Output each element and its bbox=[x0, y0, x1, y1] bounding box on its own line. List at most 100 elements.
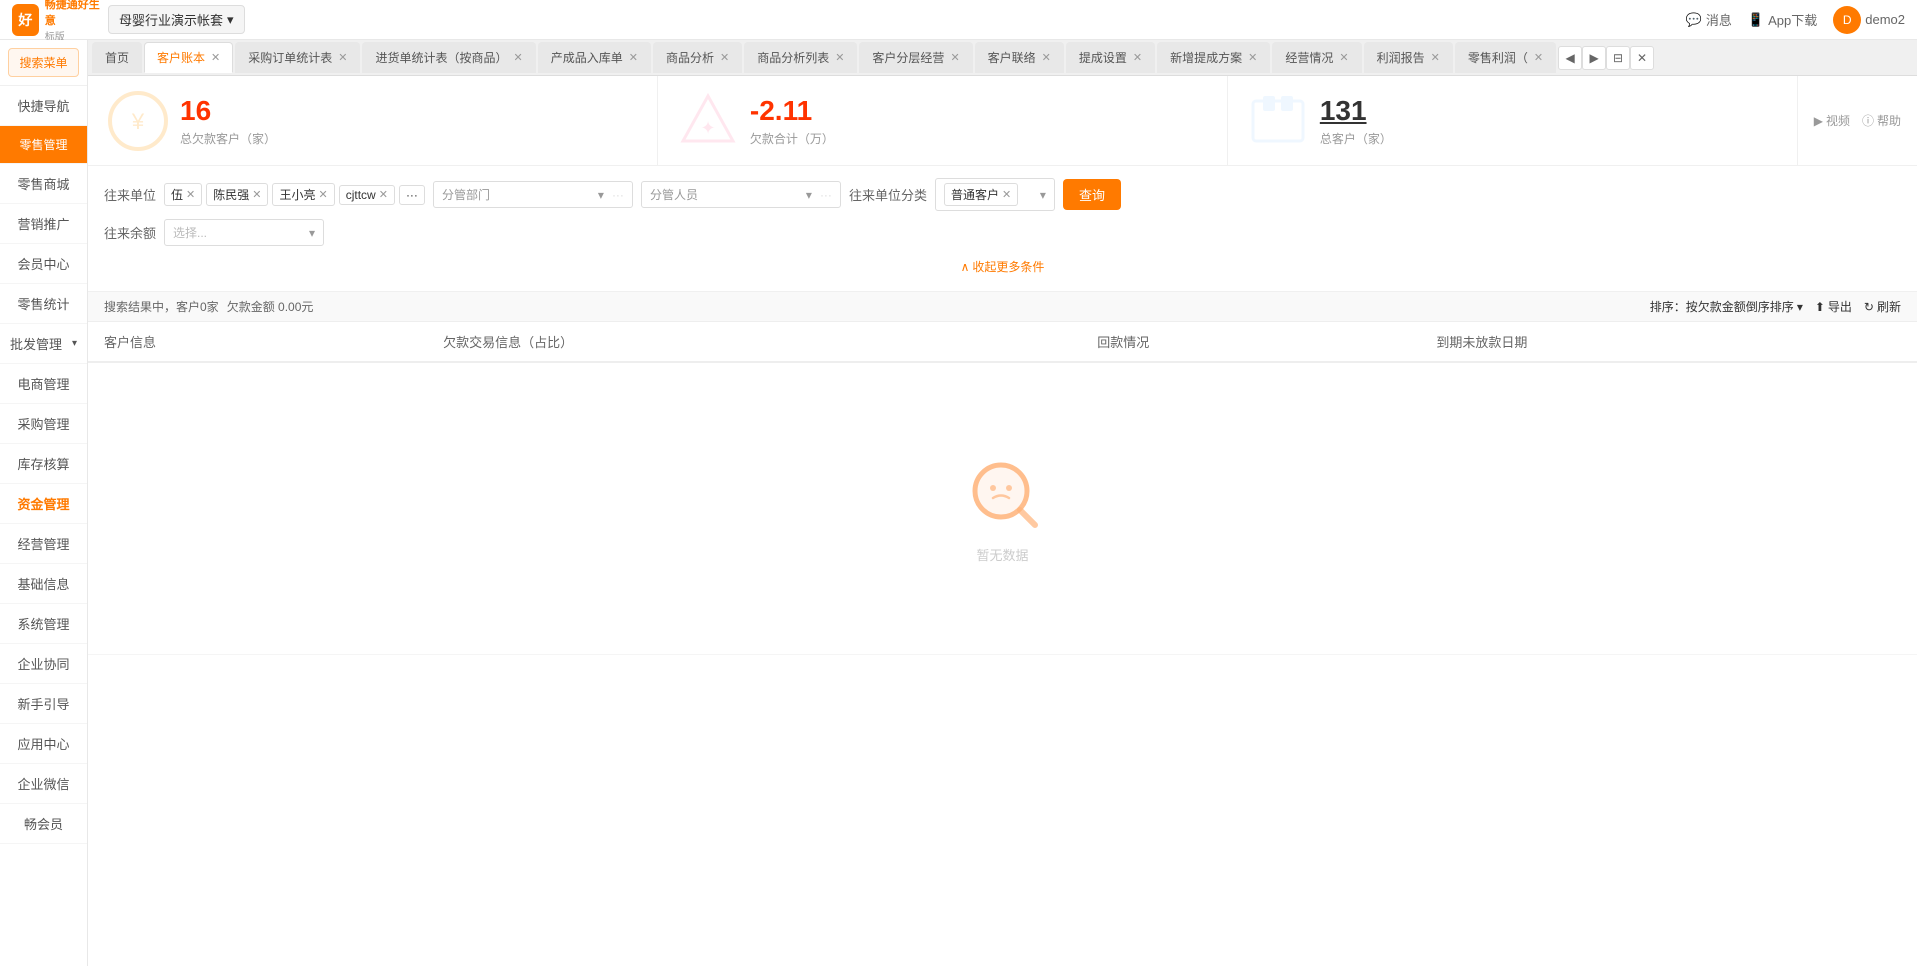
export-icon: ⬆ bbox=[1815, 300, 1825, 314]
tab-customer-seg[interactable]: 客户分层经营 ✕ bbox=[859, 42, 972, 73]
data-table: 客户信息 欠款交易信息（占比） 回款情况 到期未放款日期 bbox=[88, 322, 1917, 655]
table-header-row: 客户信息 欠款交易信息（占比） 回款情况 到期未放款日期 bbox=[88, 322, 1917, 362]
sidebar-item-system[interactable]: 系统管理 bbox=[0, 604, 87, 644]
sidebar-item-retail[interactable]: 零售管理 bbox=[0, 126, 87, 164]
sidebar-item-marketing[interactable]: 营销推广 bbox=[0, 204, 87, 244]
sidebar-item-retail-mall[interactable]: 零售商城 bbox=[0, 164, 87, 204]
col-overdue-date: 到期未放款日期 bbox=[1420, 322, 1917, 362]
stat-icon-debt: ✦ bbox=[678, 91, 738, 151]
sidebar-item-app-center[interactable]: 应用中心 bbox=[0, 724, 87, 764]
tab-customer[interactable]: 客户账本 ✕ bbox=[144, 42, 233, 73]
balance-selector[interactable]: 选择... ▾ bbox=[164, 219, 324, 246]
unit-tag-chen: 陈民强 ✕ bbox=[206, 183, 268, 206]
stat-label-total: 总客户（家） bbox=[1320, 130, 1392, 147]
svg-text:¥: ¥ bbox=[131, 109, 145, 134]
tab-close-new-raise[interactable]: ✕ bbox=[1248, 51, 1257, 64]
sidebar-item-wholesale[interactable]: 批发管理 ▾ bbox=[0, 324, 87, 364]
dept-selector[interactable]: 分管部门 ▾ ··· bbox=[433, 181, 633, 208]
tag-close-wang[interactable]: ✕ bbox=[319, 188, 328, 201]
sidebar-item-inventory[interactable]: 库存核算 bbox=[0, 444, 87, 484]
tab-new-raise[interactable]: 新增提成方案 ✕ bbox=[1157, 42, 1270, 73]
tab-prev-btn[interactable]: ◀ bbox=[1558, 46, 1582, 70]
tab-close-purchase-order[interactable]: ✕ bbox=[338, 51, 347, 64]
category-label: 往来单位分类 bbox=[849, 185, 927, 204]
sidebar-item-enterprise-wx[interactable]: 企业微信 bbox=[0, 764, 87, 804]
help-icon: ⓘ bbox=[1862, 112, 1874, 129]
refresh-button[interactable]: ↻ 刷新 bbox=[1864, 298, 1901, 315]
app-download-btn[interactable]: 📱 App下载 bbox=[1748, 10, 1817, 29]
tab-goods-analysis-list[interactable]: 商品分析列表 ✕ bbox=[744, 42, 857, 73]
top-bar: 好 畅捷通好生意 标版 母婴行业演示帐套 ▾ 💬 消息 📱 App下载 D de… bbox=[0, 0, 1917, 40]
stats-row: ¥ 16 总欠款客户（家） ✦ bbox=[88, 76, 1917, 166]
sidebar-item-quick-nav[interactable]: 快捷导航 bbox=[0, 86, 87, 126]
tag-close-chen[interactable]: ✕ bbox=[252, 188, 261, 201]
tab-close-raise[interactable]: ✕ bbox=[1133, 51, 1142, 64]
category-tag: 普通客户 ✕ bbox=[944, 183, 1018, 206]
tab-purchase-order[interactable]: 采购订单统计表 ✕ bbox=[235, 42, 360, 73]
tag-close-wu[interactable]: ✕ bbox=[186, 188, 195, 201]
sidebar-item-purchase[interactable]: 采购管理 bbox=[0, 404, 87, 444]
sidebar-item-retail-stats[interactable]: 零售统计 bbox=[0, 284, 87, 324]
tab-goods-analysis[interactable]: 商品分析 ✕ bbox=[653, 42, 742, 73]
tab-close-customer-seg[interactable]: ✕ bbox=[950, 51, 959, 64]
download-icon: 📱 bbox=[1748, 12, 1764, 28]
sidebar-item-member[interactable]: 会员中心 bbox=[0, 244, 87, 284]
empty-icon bbox=[963, 453, 1043, 533]
tab-close-stock-stat[interactable]: ✕ bbox=[514, 51, 523, 64]
balance-label: 往来余额 bbox=[104, 223, 156, 242]
page-content: ¥ 16 总欠款客户（家） ✦ bbox=[88, 76, 1917, 966]
play-icon: ▶ bbox=[1814, 114, 1823, 128]
stat-info-total: 131 总客户（家） bbox=[1320, 94, 1392, 147]
sidebar-item-vip[interactable]: 畅会员 bbox=[0, 804, 87, 844]
tab-stock-stat[interactable]: 进货单统计表（按商品） ✕ bbox=[362, 42, 535, 73]
filter-row-1: 往来单位 伍 ✕ 陈民强 ✕ 王小亮 ✕ bbox=[104, 178, 1901, 211]
tab-next-btn[interactable]: ▶ bbox=[1582, 46, 1606, 70]
help-link[interactable]: ⓘ 帮助 bbox=[1862, 112, 1901, 129]
sidebar-item-ecommerce[interactable]: 电商管理 bbox=[0, 364, 87, 404]
logo-area: 好 畅捷通好生意 标版 bbox=[12, 0, 100, 43]
person-selector[interactable]: 分管人员 ▾ ··· bbox=[641, 181, 841, 208]
tab-raise-setting[interactable]: 提成设置 ✕ bbox=[1066, 42, 1155, 73]
sort-button[interactable]: 排序：按欠款金额倒序排序 ▾ bbox=[1650, 298, 1803, 315]
tab-close-goods-analysis[interactable]: ✕ bbox=[720, 51, 729, 64]
company-selector[interactable]: 母婴行业演示帐套 ▾ bbox=[108, 5, 245, 34]
tab-close-product-in[interactable]: ✕ bbox=[629, 51, 638, 64]
category-selector[interactable]: 普通客户 ✕ ▾ bbox=[935, 178, 1055, 211]
tab-close-retail[interactable]: ✕ bbox=[1534, 51, 1543, 64]
stat-info-customers: 16 总欠款客户（家） bbox=[180, 94, 276, 147]
video-link[interactable]: ▶ 视频 bbox=[1814, 112, 1850, 129]
tab-close-profit[interactable]: ✕ bbox=[1431, 51, 1440, 64]
sidebar-item-operation[interactable]: 经营管理 bbox=[0, 524, 87, 564]
tab-close-customer[interactable]: ✕ bbox=[211, 51, 220, 64]
search-menu-button[interactable]: 搜索菜单 bbox=[8, 48, 79, 77]
video-help-area: ▶ 视频 ⓘ 帮助 bbox=[1798, 76, 1917, 165]
tab-home[interactable]: 首页 bbox=[92, 42, 142, 73]
tab-close-goods-list[interactable]: ✕ bbox=[835, 51, 844, 64]
col-debt-info: 欠款交易信息（占比） bbox=[427, 322, 1081, 362]
tab-close-all-btn[interactable]: ✕ bbox=[1630, 46, 1654, 70]
query-button[interactable]: 查询 bbox=[1063, 179, 1121, 210]
tab-operation[interactable]: 经营情况 ✕ bbox=[1272, 42, 1361, 73]
result-bar-right: 排序：按欠款金额倒序排序 ▾ ⬆ 导出 ↻ 刷新 bbox=[1650, 298, 1901, 315]
tag-close-cj[interactable]: ✕ bbox=[379, 188, 388, 201]
tab-close-contact[interactable]: ✕ bbox=[1042, 51, 1051, 64]
tab-profit-report[interactable]: 利润报告 ✕ bbox=[1364, 42, 1453, 73]
tag-close-category[interactable]: ✕ bbox=[1002, 188, 1011, 201]
message-btn[interactable]: 💬 消息 bbox=[1686, 10, 1732, 29]
result-amount: 欠款金额 0.00元 bbox=[227, 298, 314, 315]
tab-customer-contact[interactable]: 客户联络 ✕ bbox=[975, 42, 1064, 73]
collapse-area: ∧ 收起更多条件 bbox=[104, 254, 1901, 279]
tab-list-btn[interactable]: ⊟ bbox=[1606, 46, 1630, 70]
user-menu[interactable]: D demo2 bbox=[1833, 6, 1905, 34]
stat-info-debt: -2.11 欠款合计（万） bbox=[750, 94, 834, 147]
tab-close-operation[interactable]: ✕ bbox=[1339, 51, 1348, 64]
sidebar-item-basic[interactable]: 基础信息 bbox=[0, 564, 87, 604]
collapse-btn[interactable]: ∧ 收起更多条件 bbox=[961, 258, 1045, 275]
sidebar-item-new-guide[interactable]: 新手引导 bbox=[0, 684, 87, 724]
tab-retail-profit[interactable]: 零售利润（ ✕ bbox=[1455, 42, 1556, 73]
tab-product-in[interactable]: 产成品入库单 ✕ bbox=[538, 42, 651, 73]
export-button[interactable]: ⬆ 导出 bbox=[1815, 298, 1852, 315]
sidebar-item-enterprise-coop[interactable]: 企业协同 bbox=[0, 644, 87, 684]
more-tags-btn[interactable]: ··· bbox=[399, 185, 425, 205]
sidebar-item-finance[interactable]: 资金管理 bbox=[0, 484, 87, 524]
